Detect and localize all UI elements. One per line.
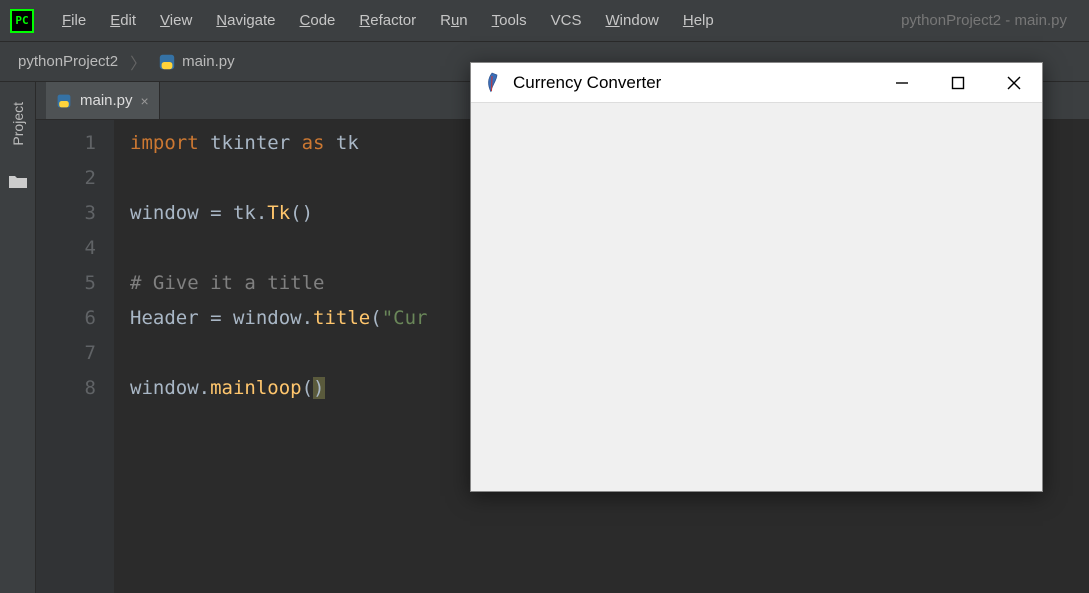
files-icon[interactable] <box>8 174 28 190</box>
line-number: 1 <box>36 126 96 161</box>
menu-bar: PC FileEditViewNavigateCodeRefactorRunTo… <box>0 0 1089 42</box>
left-tool-strip: Project <box>0 82 36 593</box>
menu-help[interactable]: Help <box>671 6 726 35</box>
line-number: 8 <box>36 371 96 406</box>
line-number: 7 <box>36 336 96 371</box>
tkinter-window-title: Currency Converter <box>513 73 874 93</box>
menu-run[interactable]: Run <box>428 6 480 35</box>
menu-view[interactable]: View <box>148 6 204 35</box>
tkinter-titlebar[interactable]: Currency Converter <box>471 63 1042 103</box>
code-lines[interactable]: import tkinter as tk window = tk.Tk() # … <box>114 120 427 593</box>
line-number: 3 <box>36 196 96 231</box>
breadcrumb-file[interactable]: main.py <box>152 51 241 73</box>
feather-icon <box>483 72 501 94</box>
maximize-button[interactable] <box>930 63 986 103</box>
breadcrumb-project[interactable]: pythonProject2 <box>12 51 124 72</box>
code-line[interactable]: import tkinter as tk <box>130 126 427 161</box>
code-line[interactable] <box>130 161 427 196</box>
app-icon: PC <box>10 9 34 33</box>
breadcrumb-separator: 〉 <box>130 50 146 74</box>
menu-tools[interactable]: Tools <box>480 6 539 35</box>
window-title: pythonProject2 - main.py <box>901 12 1079 29</box>
code-line[interactable] <box>130 231 427 266</box>
menu-file[interactable]: File <box>50 6 98 35</box>
python-file-icon <box>56 93 72 109</box>
code-line[interactable]: Header = window.title("Cur <box>130 301 427 336</box>
code-line[interactable]: window = tk.Tk() <box>130 196 427 231</box>
editor-tab-label: main.py <box>80 92 133 109</box>
close-icon[interactable]: × <box>141 93 149 109</box>
code-line[interactable] <box>130 336 427 371</box>
menu-navigate[interactable]: Navigate <box>204 6 287 35</box>
minimize-button[interactable] <box>874 63 930 103</box>
project-toolwindow-button[interactable]: Project <box>10 92 26 156</box>
line-number: 6 <box>36 301 96 336</box>
menu-refactor[interactable]: Refactor <box>347 6 428 35</box>
menu-vcs[interactable]: VCS <box>539 6 594 35</box>
menu-window[interactable]: Window <box>594 6 671 35</box>
menu-edit[interactable]: Edit <box>98 6 148 35</box>
tkinter-window[interactable]: Currency Converter <box>470 62 1043 492</box>
breadcrumb-file-label: main.py <box>182 53 235 70</box>
line-number: 4 <box>36 231 96 266</box>
line-number: 2 <box>36 161 96 196</box>
line-number: 5 <box>36 266 96 301</box>
menu-code[interactable]: Code <box>288 6 348 35</box>
gutter: 12345678 <box>36 120 114 593</box>
close-button[interactable] <box>986 63 1042 103</box>
code-line[interactable]: # Give it a title <box>130 266 427 301</box>
editor-tab[interactable]: main.py × <box>46 82 160 119</box>
python-file-icon <box>158 53 176 71</box>
code-line[interactable]: window.mainloop() <box>130 371 427 406</box>
